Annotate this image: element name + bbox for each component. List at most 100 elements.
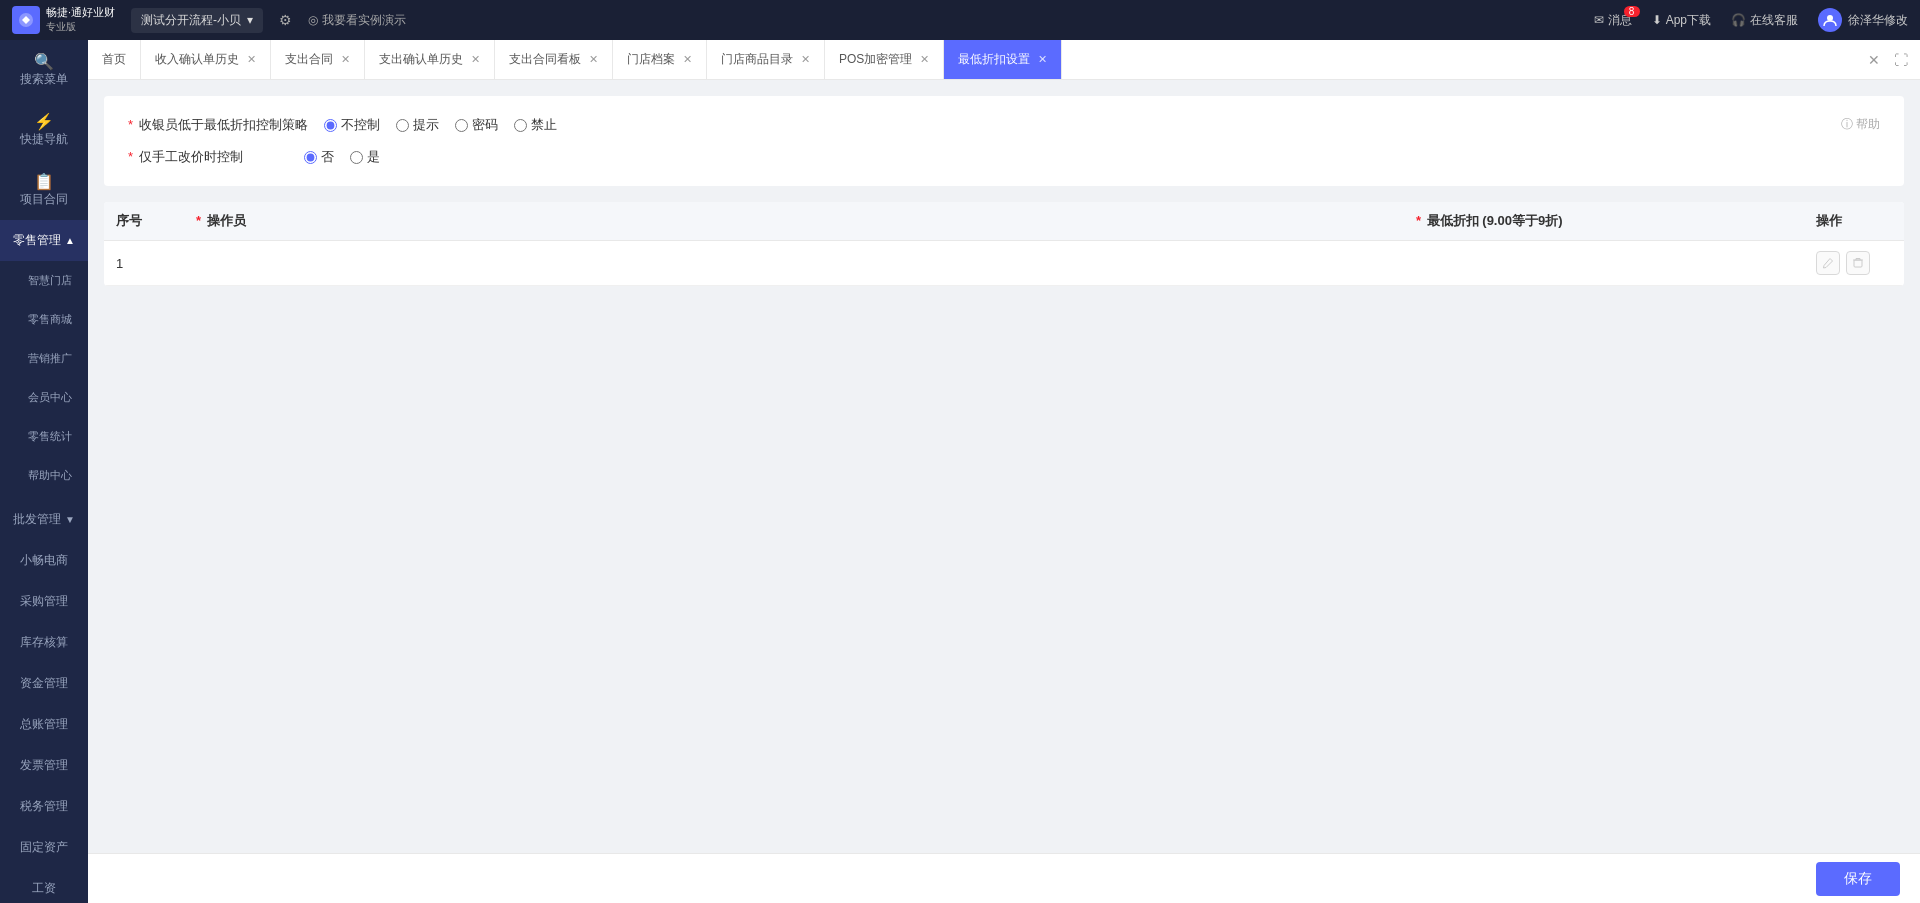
col-header-discount: * 最低折扣 (9.00等于9折) <box>1404 202 1804 241</box>
tab-income-confirm-close[interactable]: ✕ <box>247 53 256 66</box>
tab-store-products-close[interactable]: ✕ <box>801 53 810 66</box>
sidebar-label-ecommerce: 小畅电商 <box>4 552 84 569</box>
tab-store-products[interactable]: 门店商品目录 ✕ <box>707 40 825 80</box>
sidebar-item-inventory[interactable]: 库存核算 <box>0 622 88 663</box>
sidebar-label-assets: 固定资产 <box>4 839 84 856</box>
chevron-down-icon: ▾ <box>247 13 253 27</box>
sidebar-item-retail[interactable]: 零售管理 ▲ <box>0 220 88 261</box>
radio-forbid-label: 禁止 <box>531 116 557 134</box>
tab-store-file-close[interactable]: ✕ <box>683 53 692 66</box>
messages-button[interactable]: ✉ 消息 8 <box>1594 12 1632 29</box>
demo-link[interactable]: ◎ 我要看实例演示 <box>308 12 406 29</box>
radio-manual-no-input[interactable] <box>304 151 317 164</box>
radio-password[interactable]: 密码 <box>455 116 498 134</box>
tab-home[interactable]: 首页 <box>88 40 141 80</box>
tab-payment-board-close[interactable]: ✕ <box>589 53 598 66</box>
sidebar-label-tax: 税务管理 <box>4 798 84 815</box>
page-content: * 收银员低于最低折扣控制策略 不控制 提示 <box>88 80 1920 853</box>
tab-pos-password-close[interactable]: ✕ <box>920 53 929 66</box>
manual-control-required-mark: * <box>128 149 133 164</box>
customer-service-label: 在线客服 <box>1750 12 1798 29</box>
sidebar-item-smart-store[interactable]: 智慧门店 <box>0 261 88 300</box>
tab-store-file-label: 门店档案 <box>627 51 675 68</box>
sidebar-item-assets[interactable]: 固定资产 <box>0 827 88 868</box>
edit-row-button[interactable] <box>1816 251 1840 275</box>
radio-manual-no[interactable]: 否 <box>304 148 334 166</box>
tab-income-confirm[interactable]: 收入确认单历史 ✕ <box>141 40 271 80</box>
col-header-operator: * 操作员 <box>184 202 1404 241</box>
message-icon: ✉ <box>1594 13 1604 27</box>
radio-forbid-input[interactable] <box>514 119 527 132</box>
manual-control-label: * 仅手工改价时控制 <box>128 148 288 166</box>
col-header-seq: 序号 <box>104 202 184 241</box>
sidebar-label-purchase: 采购管理 <box>4 593 84 610</box>
tab-payment-board[interactable]: 支出合同看板 ✕ <box>495 40 613 80</box>
tab-payment-contract-close[interactable]: ✕ <box>341 53 350 66</box>
sidebar-item-invoice[interactable]: 发票管理 <box>0 745 88 786</box>
radio-manual-yes[interactable]: 是 <box>350 148 380 166</box>
discount-table-container: 序号 * 操作员 * 最低折扣 (9.00等于9折) 操作 <box>104 202 1904 286</box>
sidebar-item-marketing[interactable]: 营销推广 <box>0 339 88 378</box>
sidebar-item-tax[interactable]: 税务管理 <box>0 786 88 827</box>
radio-forbid[interactable]: 禁止 <box>514 116 557 134</box>
help-link[interactable]: ⓘ 帮助 <box>1841 116 1880 133</box>
tab-close-button[interactable]: ✕ <box>1864 50 1884 70</box>
operator-required-mark: * <box>196 213 201 228</box>
discount-policy-required-mark: * <box>128 117 133 132</box>
tab-payment-confirm[interactable]: 支出确认单历史 ✕ <box>365 40 495 80</box>
logo-area: 畅捷·通好业财 专业版 <box>12 6 115 34</box>
sidebar-item-wholesale[interactable]: 批发管理 ▼ <box>0 499 88 540</box>
radio-password-input[interactable] <box>455 119 468 132</box>
radio-prompt-input[interactable] <box>396 119 409 132</box>
tab-min-discount[interactable]: 最低折扣设置 ✕ <box>944 40 1062 80</box>
project-selector[interactable]: 测试分开流程-小贝 ▾ <box>131 8 263 33</box>
action-icons <box>1816 251 1892 275</box>
user-info[interactable]: 徐泽华修改 <box>1818 8 1908 32</box>
sidebar-item-shortcuts[interactable]: ⚡ 快捷导航 <box>0 100 88 160</box>
sidebar-label-retail: 零售管理 <box>13 232 61 249</box>
discount-required-mark: * <box>1416 213 1421 228</box>
sidebar-item-help[interactable]: 帮助中心 <box>0 456 88 495</box>
manual-control-options: 否 是 <box>304 148 380 166</box>
sidebar-label-retail-stats: 零售统计 <box>16 429 84 444</box>
radio-no-control-input[interactable] <box>324 119 337 132</box>
sidebar-item-search[interactable]: 🔍 搜索菜单 <box>0 40 88 100</box>
tab-min-discount-close[interactable]: ✕ <box>1038 53 1047 66</box>
sidebar-label-inventory: 库存核算 <box>4 634 84 651</box>
sidebar: 🔍 搜索菜单 ⚡ 快捷导航 📋 项目合同 零售管理 ▲ 智慧门店 零售商城 营销… <box>0 40 88 903</box>
main-layout: 🔍 搜索菜单 ⚡ 快捷导航 📋 项目合同 零售管理 ▲ 智慧门店 零售商城 营销… <box>0 40 1920 903</box>
logo-text: 畅捷·通好业财 <box>46 6 115 19</box>
sidebar-item-ledger[interactable]: 总账管理 <box>0 704 88 745</box>
tab-actions: ✕ ⛶ <box>1856 50 1920 70</box>
radio-prompt[interactable]: 提示 <box>396 116 439 134</box>
customer-service-button[interactable]: 🎧 在线客服 <box>1731 12 1798 29</box>
tab-maximize-button[interactable]: ⛶ <box>1890 50 1912 70</box>
download-icon: ⬇ <box>1652 13 1662 27</box>
sidebar-item-online-store[interactable]: 零售商城 <box>0 300 88 339</box>
tab-store-file[interactable]: 门店档案 ✕ <box>613 40 707 80</box>
settings-icon[interactable]: ⚙ <box>279 12 292 28</box>
sidebar-item-funds[interactable]: 资金管理 <box>0 663 88 704</box>
sidebar-item-ecommerce[interactable]: 小畅电商 <box>0 540 88 581</box>
arrow-up-icon: ▲ <box>65 235 75 246</box>
sidebar-item-members[interactable]: 会员中心 <box>0 378 88 417</box>
top-right-area: ✉ 消息 8 ⬇ App下载 🎧 在线客服 徐泽华修改 <box>1594 8 1908 32</box>
app-download-label: App下载 <box>1666 12 1711 29</box>
tab-payment-contract[interactable]: 支出合同 ✕ <box>271 40 365 80</box>
sidebar-item-purchase[interactable]: 采购管理 <box>0 581 88 622</box>
radio-no-control[interactable]: 不控制 <box>324 116 380 134</box>
app-download-button[interactable]: ⬇ App下载 <box>1652 12 1711 29</box>
radio-manual-yes-input[interactable] <box>350 151 363 164</box>
sidebar-label-ledger: 总账管理 <box>4 716 84 733</box>
svg-point-1 <box>1827 15 1833 21</box>
sidebar-item-retail-stats[interactable]: 零售统计 <box>0 417 88 456</box>
delete-row-button[interactable] <box>1846 251 1870 275</box>
tab-pos-password[interactable]: POS加密管理 ✕ <box>825 40 944 80</box>
demo-link-label: 我要看实例演示 <box>322 12 406 29</box>
bottom-bar: 保存 <box>88 853 1920 903</box>
save-button[interactable]: 保存 <box>1816 862 1900 896</box>
tab-payment-confirm-close[interactable]: ✕ <box>471 53 480 66</box>
sidebar-item-contracts[interactable]: 📋 项目合同 <box>0 160 88 220</box>
col-header-action: 操作 <box>1804 202 1904 241</box>
sidebar-item-salary[interactable]: 工资 <box>0 868 88 903</box>
